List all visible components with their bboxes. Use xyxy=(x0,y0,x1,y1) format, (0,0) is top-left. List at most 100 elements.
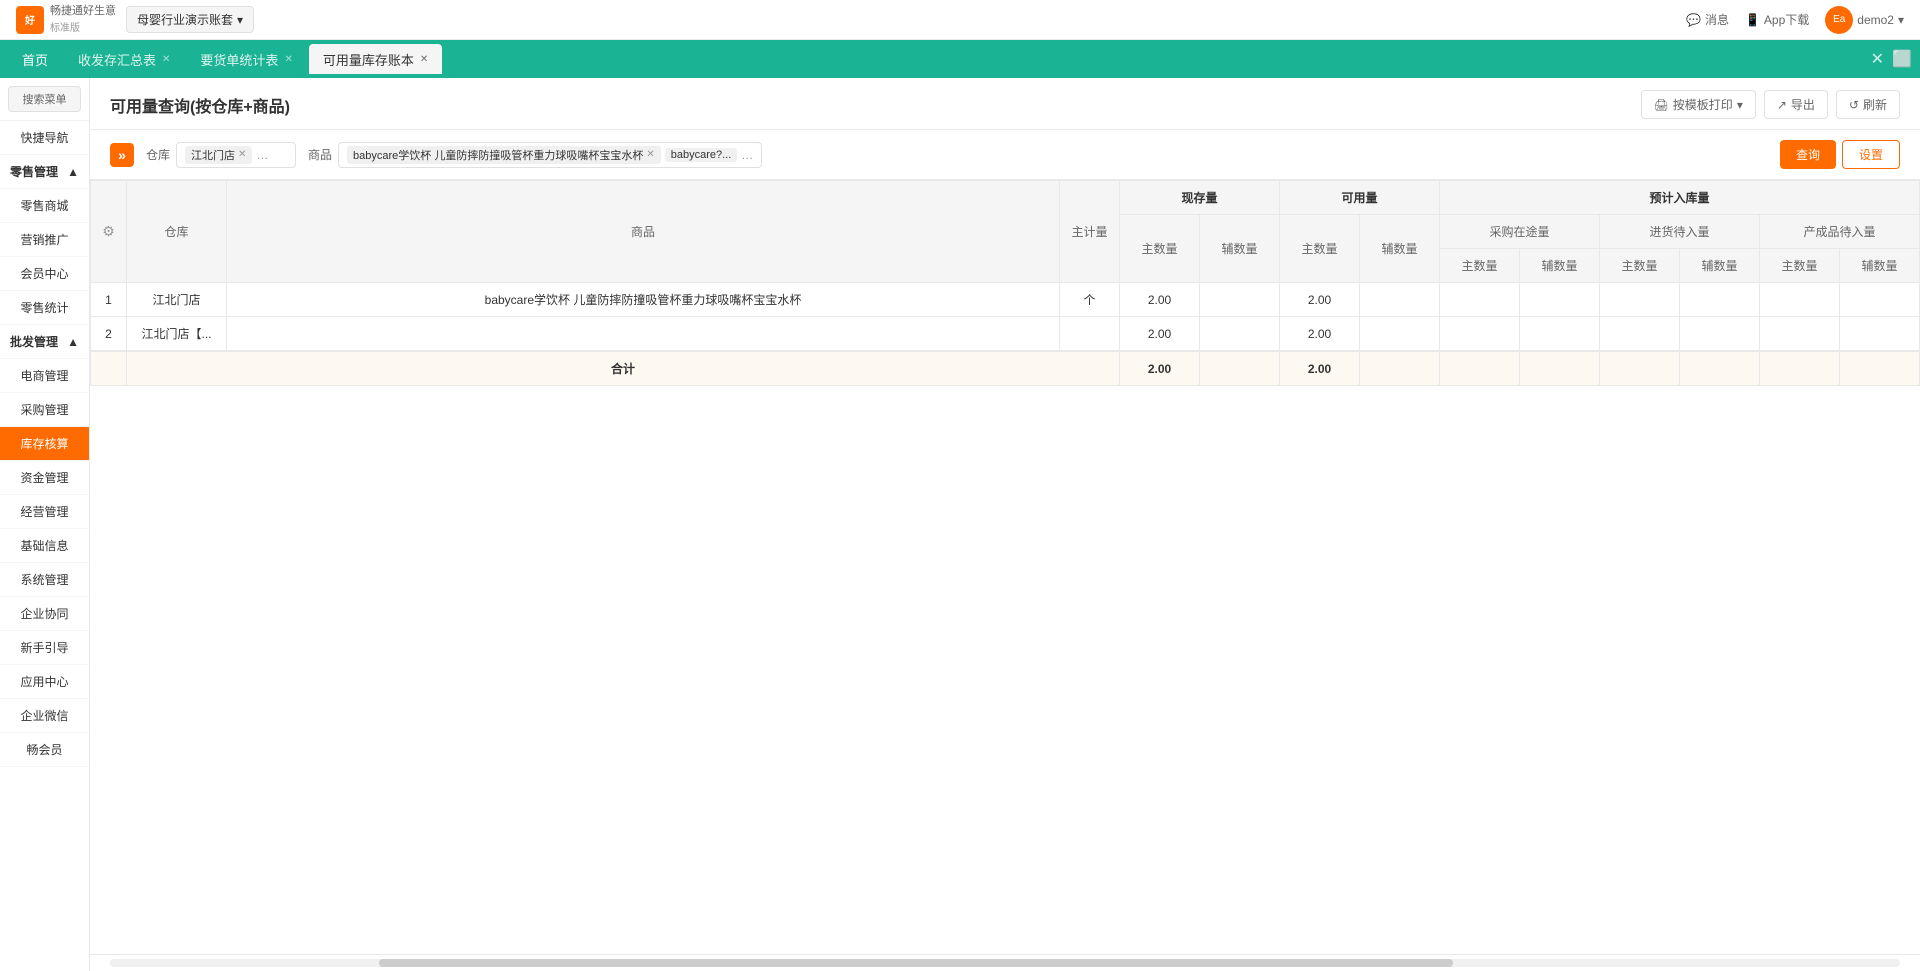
row1-incoming-sub xyxy=(1680,283,1760,317)
sidebar-item-app-center[interactable]: 应用中心 xyxy=(0,665,89,699)
row1-incoming-main xyxy=(1600,283,1680,317)
sidebar-item-member[interactable]: 畅会员 xyxy=(0,733,89,767)
refresh-btn[interactable]: ↺ 刷新 xyxy=(1836,90,1900,119)
sidebar-item-finance-mgmt[interactable]: 资金管理 xyxy=(0,461,89,495)
tab-order-stats-close[interactable]: ✕ xyxy=(284,54,292,65)
row1-stock-sub xyxy=(1200,283,1280,317)
sidebar-item-retail-stats[interactable]: 零售统计 xyxy=(0,291,89,325)
row2-warehouse: 江北门店【... xyxy=(127,317,227,352)
row1-purchase-main xyxy=(1440,283,1520,317)
tab-home[interactable]: 首页 xyxy=(8,44,62,74)
sidebar-item-inventory-check[interactable]: 库存核算 xyxy=(0,427,89,461)
home-tab-label: 首页 xyxy=(22,50,48,69)
table-area: ⚙ 仓库 商品 主计量 现存量 可用量 预计入库量 主数量 辅数量 主数量 辅数… xyxy=(90,180,1920,954)
product-more-dots[interactable]: … xyxy=(741,148,753,162)
sidebar-item-purchase-mgmt[interactable]: 采购管理 xyxy=(0,393,89,427)
tab-available-stock[interactable]: 可用量库存账本 ✕ xyxy=(309,44,442,74)
table-row: 2 江北门店【... 2.00 2.00 xyxy=(91,317,1920,352)
th-incoming-purchase-group: 进货待入量 xyxy=(1600,215,1760,249)
warehouse-more-dots[interactable]: … xyxy=(256,148,268,162)
sidebar-item-member-center[interactable]: 会员中心 xyxy=(0,257,89,291)
th-stock-sub: 辅数量 xyxy=(1200,215,1280,283)
message-btn[interactable]: 💬 消息 xyxy=(1686,11,1729,28)
row2-product xyxy=(227,317,1060,352)
user-profile[interactable]: Ea demo2 ▾ xyxy=(1825,6,1904,34)
app-download-btn[interactable]: 📱 App下载 xyxy=(1745,11,1809,28)
wholesale-mgmt-arrow: ▲ xyxy=(67,335,79,349)
search-menu-btn[interactable]: 搜索菜单 xyxy=(8,86,81,112)
sidebar-item-marketing[interactable]: 营销推广 xyxy=(0,223,89,257)
tab-receipt-summary-close[interactable]: ✕ xyxy=(162,54,170,65)
warehouse-tag-close[interactable]: ✕ xyxy=(238,149,246,160)
sidebar-item-wholesale-mgmt[interactable]: 批发管理 ▲ xyxy=(0,325,89,359)
filter-toggle-icon: » xyxy=(118,147,126,163)
column-settings-icon[interactable]: ⚙ xyxy=(102,223,115,239)
warehouse-label: 仓库 xyxy=(146,146,170,163)
product-tag-1: babycare学饮杯 儿童防摔防撞吸管杯重力球吸嘴杯宝宝水杯 ✕ xyxy=(347,146,661,164)
query-btn[interactable]: 查询 xyxy=(1780,140,1836,169)
row1-product-main xyxy=(1760,283,1840,317)
content-area: 可用量查询(按仓库+商品) 🖨 按模板打印 ▾ ↗ 导出 ↺ 刷新 xyxy=(90,78,1920,971)
product-tag-1-close[interactable]: ✕ xyxy=(646,149,654,160)
logo-sub: 标准版 xyxy=(50,19,116,34)
print-template-btn[interactable]: 🖨 按模板打印 ▾ xyxy=(1641,90,1756,119)
th-stock-group: 现存量 xyxy=(1120,181,1280,215)
row2-product-main xyxy=(1760,317,1840,352)
warehouse-input[interactable]: 江北门店 ✕ … xyxy=(176,142,296,168)
page-title: 可用量查询(按仓库+商品) xyxy=(110,93,290,117)
th-stock-main: 主数量 xyxy=(1120,215,1200,283)
th-product-incoming-sub: 辅数量 xyxy=(1840,249,1920,283)
sidebar-item-quick-nav[interactable]: 快捷导航 xyxy=(0,121,89,155)
th-available-main: 主数量 xyxy=(1280,215,1360,283)
company-selector[interactable]: 母婴行业演示账套 ▾ xyxy=(126,6,254,33)
sidebar-item-retail-mgmt[interactable]: 零售管理 ▲ xyxy=(0,155,89,189)
tab-receipt-summary[interactable]: 收发存汇总表 ✕ xyxy=(64,44,184,74)
th-product: 商品 xyxy=(227,181,1060,283)
sidebar-item-enterprise-wechat[interactable]: 企业微信 xyxy=(0,699,89,733)
print-chevron-icon: ▾ xyxy=(1737,98,1743,112)
th-incoming-purchase-main: 主数量 xyxy=(1600,249,1680,283)
table-footer-row: 合计 2.00 2.00 xyxy=(91,351,1920,386)
refresh-icon: ↺ xyxy=(1849,98,1859,112)
order-stats-label: 要货单统计表 xyxy=(200,50,278,69)
export-btn[interactable]: ↗ 导出 xyxy=(1764,90,1828,119)
app-download-label: App下载 xyxy=(1764,11,1809,28)
row1-product-sub xyxy=(1840,283,1920,317)
footer-available-main: 2.00 xyxy=(1280,351,1360,386)
sidebar-item-ecommerce[interactable]: 电商管理 xyxy=(0,359,89,393)
settings-btn[interactable]: 设置 xyxy=(1842,140,1900,169)
tab-order-stats[interactable]: 要货单统计表 ✕ xyxy=(186,44,306,74)
product-tag-text-1: babycare学饮杯 儿童防摔防撞吸管杯重力球吸嘴杯宝宝水杯 xyxy=(353,147,643,163)
tab-available-stock-close[interactable]: ✕ xyxy=(420,54,428,65)
logo-icon: 好 xyxy=(16,6,44,34)
row1-available-sub xyxy=(1360,283,1440,317)
row2-unit xyxy=(1060,317,1120,352)
user-chevron-icon: ▾ xyxy=(1898,13,1904,27)
warehouse-filter: 仓库 江北门店 ✕ … xyxy=(146,142,296,168)
sidebar-item-enterprise-collab[interactable]: 企业协同 xyxy=(0,597,89,631)
footer-stock-main: 2.00 xyxy=(1120,351,1200,386)
footer-incoming-main xyxy=(1600,351,1680,386)
tab-close-all-btn[interactable]: ✕ xyxy=(1871,49,1884,69)
footer-available-sub xyxy=(1360,351,1440,386)
sidebar-item-basic-info[interactable]: 基础信息 xyxy=(0,529,89,563)
data-table: ⚙ 仓库 商品 主计量 现存量 可用量 预计入库量 主数量 辅数量 主数量 辅数… xyxy=(90,180,1920,386)
th-settings[interactable]: ⚙ xyxy=(91,181,127,283)
horizontal-scrollbar[interactable] xyxy=(110,959,1900,967)
sidebar-item-system-mgmt[interactable]: 系统管理 xyxy=(0,563,89,597)
username: demo2 xyxy=(1857,13,1894,27)
sidebar-item-retail-mall[interactable]: 零售商城 xyxy=(0,189,89,223)
th-product-incoming-main: 主数量 xyxy=(1760,249,1840,283)
tab-maximize-btn[interactable]: ⬜ xyxy=(1892,49,1912,69)
sidebar: 搜索菜单 快捷导航 零售管理 ▲ 零售商城 营销推广 会员中心 零售统计 批发管… xyxy=(0,78,90,971)
filter-toggle-btn[interactable]: » xyxy=(110,143,134,167)
row1-product: babycare学饮杯 儿童防摔防撞吸管杯重力球吸嘴杯宝宝水杯 xyxy=(227,283,1060,317)
receipt-summary-label: 收发存汇总表 xyxy=(78,50,156,69)
chevron-down-icon: ▾ xyxy=(237,13,243,27)
scrollbar-thumb[interactable] xyxy=(379,959,1453,967)
sidebar-item-operations-mgmt[interactable]: 经营管理 xyxy=(0,495,89,529)
sidebar-item-new-guide[interactable]: 新手引导 xyxy=(0,631,89,665)
product-input[interactable]: babycare学饮杯 儿童防摔防撞吸管杯重力球吸嘴杯宝宝水杯 ✕ babyca… xyxy=(338,142,762,168)
company-name: 母婴行业演示账套 xyxy=(137,11,233,28)
row2-incoming-main xyxy=(1600,317,1680,352)
